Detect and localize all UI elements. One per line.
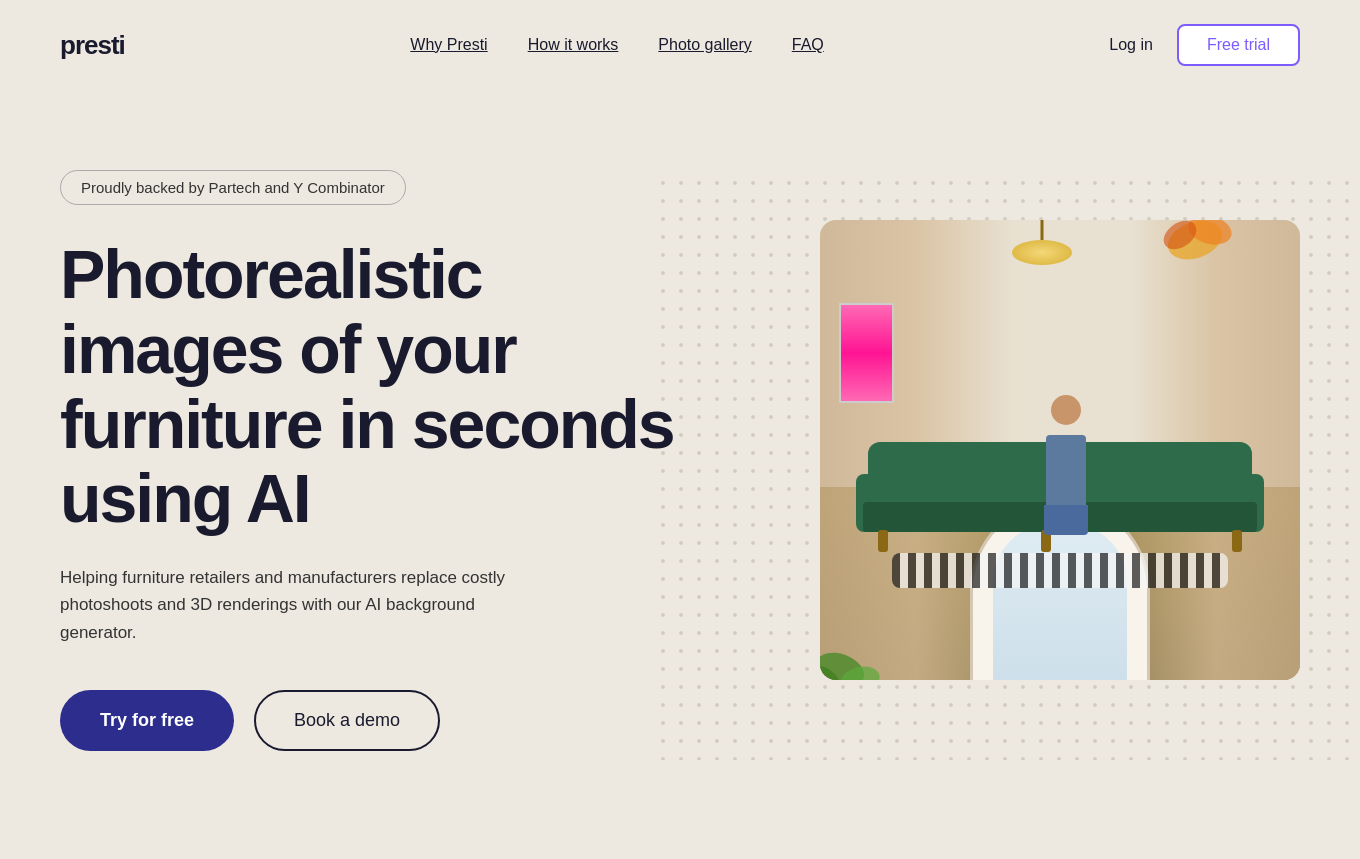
free-trial-button[interactable]: Free trial [1177,24,1300,66]
hero-room-image [820,220,1300,680]
book-demo-button[interactable]: Book a demo [254,690,440,751]
login-button[interactable]: Log in [1109,36,1153,54]
nav-why-presti[interactable]: Why Presti [410,36,487,53]
logo: presti [60,30,125,61]
person-head [1051,395,1081,425]
person-body [1046,435,1086,515]
try-for-free-button[interactable]: Try for free [60,690,234,751]
nav-faq[interactable]: FAQ [792,36,824,53]
person-silhouette [1036,395,1096,515]
zebra-rug [892,553,1228,588]
navbar: presti Why Presti How it works Photo gal… [60,0,1300,90]
hero-section: Proudly backed by Partech and Y Combinat… [60,90,1300,831]
backed-by-badge: Proudly backed by Partech and Y Combinat… [60,170,406,205]
chandelier-stem [1041,220,1044,240]
nav-actions: Log in Free trial [1109,24,1300,66]
person-legs [1044,505,1088,535]
hero-title: Photorealistic images of your furniture … [60,237,680,536]
hero-left: Proudly backed by Partech and Y Combinat… [60,170,680,751]
sofa-leg-1 [878,530,888,552]
nav-photo-gallery[interactable]: Photo gallery [658,36,751,53]
nav-links: Why Presti How it works Photo gallery FA… [410,36,823,54]
sofa-leg-2 [1232,530,1242,552]
wall-artwork [839,303,894,403]
hero-image-area [740,220,1300,700]
nav-how-it-works[interactable]: How it works [528,36,619,53]
room-scene [820,220,1300,680]
chandelier [1002,220,1082,270]
hero-buttons: Try for free Book a demo [60,690,680,751]
chandelier-body [1012,240,1072,265]
hero-subtitle: Helping furniture retailers and manufact… [60,564,520,646]
